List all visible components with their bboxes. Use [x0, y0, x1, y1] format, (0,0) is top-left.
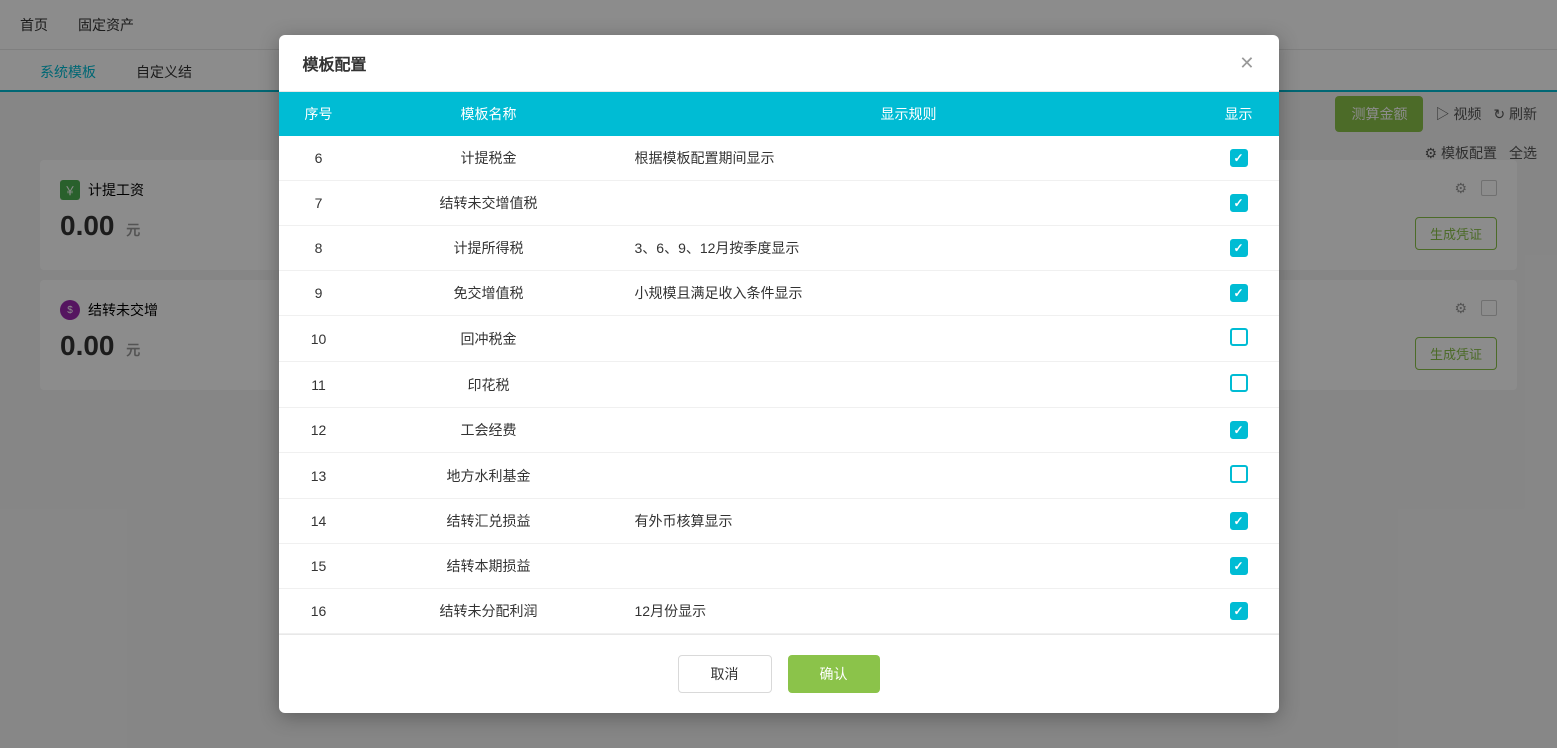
cell-index: 7: [279, 181, 359, 226]
row-checkbox-14[interactable]: [1230, 512, 1248, 530]
cell-name: 计提税金: [359, 136, 619, 181]
cell-rule: 12月份显示: [619, 589, 1199, 634]
cell-name: 结转未分配利润: [359, 589, 619, 634]
cell-index: 8: [279, 226, 359, 271]
row-checkbox-8[interactable]: [1230, 239, 1248, 257]
cell-rule: [619, 316, 1199, 362]
confirm-button[interactable]: 确认: [788, 655, 880, 693]
table-row: 9免交增值税小规模且满足收入条件显示: [279, 271, 1279, 316]
row-checkbox-7[interactable]: [1230, 194, 1248, 212]
cell-checkbox: [1199, 181, 1279, 226]
row-checkbox-10[interactable]: [1230, 328, 1248, 346]
cell-name: 计提所得税: [359, 226, 619, 271]
table-row: 12工会经费: [279, 408, 1279, 453]
table-body: 6计提税金根据模板配置期间显示7结转未交增值税8计提所得税3、6、9、12月按季…: [279, 136, 1279, 634]
row-checkbox-11[interactable]: [1230, 374, 1248, 392]
cell-index: 13: [279, 453, 359, 499]
config-table: 序号 模板名称 显示规则 显示 6计提税金根据模板配置期间显示7结转未交增值税8…: [279, 92, 1279, 634]
cell-name: 结转未交增值税: [359, 181, 619, 226]
modal-close-button[interactable]: ✕: [1239, 54, 1254, 72]
col-header-rule: 显示规则: [619, 92, 1199, 136]
row-checkbox-12[interactable]: [1230, 421, 1248, 439]
cell-index: 14: [279, 499, 359, 544]
cell-checkbox: [1199, 226, 1279, 271]
cell-name: 结转本期损益: [359, 544, 619, 589]
cell-checkbox: [1199, 499, 1279, 544]
table-row: 7结转未交增值税: [279, 181, 1279, 226]
cell-index: 6: [279, 136, 359, 181]
cell-checkbox: [1199, 316, 1279, 362]
col-header-name: 模板名称: [359, 92, 619, 136]
cell-checkbox: [1199, 589, 1279, 634]
modal-header: 模板配置 ✕: [279, 35, 1279, 92]
col-header-display: 显示: [1199, 92, 1279, 136]
table-row: 14结转汇兑损益有外币核算显示: [279, 499, 1279, 544]
row-checkbox-9[interactable]: [1230, 284, 1248, 302]
cell-name: 结转汇兑损益: [359, 499, 619, 544]
cell-rule: [619, 544, 1199, 589]
modal-body[interactable]: 序号 模板名称 显示规则 显示 6计提税金根据模板配置期间显示7结转未交增值税8…: [279, 92, 1279, 634]
cell-checkbox: [1199, 408, 1279, 453]
table-row: 15结转本期损益: [279, 544, 1279, 589]
table-row: 8计提所得税3、6、9、12月按季度显示: [279, 226, 1279, 271]
cell-rule: [619, 453, 1199, 499]
table-header-row: 序号 模板名称 显示规则 显示: [279, 92, 1279, 136]
table-row: 13地方水利基金: [279, 453, 1279, 499]
table-row: 16结转未分配利润12月份显示: [279, 589, 1279, 634]
cell-checkbox: [1199, 453, 1279, 499]
col-header-index: 序号: [279, 92, 359, 136]
modal-overlay: 模板配置 ✕ 序号 模板名称 显示规则 显示 6计提税金根据模板配置期间显示7结…: [0, 0, 1557, 748]
row-checkbox-6[interactable]: [1230, 149, 1248, 167]
modal-template-config: 模板配置 ✕ 序号 模板名称 显示规则 显示 6计提税金根据模板配置期间显示7结…: [279, 35, 1279, 713]
cell-name: 工会经费: [359, 408, 619, 453]
cell-rule: [619, 408, 1199, 453]
cell-checkbox: [1199, 136, 1279, 181]
cell-name: 免交增值税: [359, 271, 619, 316]
cell-index: 16: [279, 589, 359, 634]
cell-index: 12: [279, 408, 359, 453]
cell-index: 15: [279, 544, 359, 589]
cell-name: 印花税: [359, 362, 619, 408]
cell-index: 11: [279, 362, 359, 408]
cell-name: 地方水利基金: [359, 453, 619, 499]
row-checkbox-16[interactable]: [1230, 602, 1248, 620]
cell-rule: 根据模板配置期间显示: [619, 136, 1199, 181]
cell-index: 10: [279, 316, 359, 362]
row-checkbox-15[interactable]: [1230, 557, 1248, 575]
cell-checkbox: [1199, 362, 1279, 408]
cell-rule: [619, 181, 1199, 226]
table-row: 11印花税: [279, 362, 1279, 408]
cell-rule: 3、6、9、12月按季度显示: [619, 226, 1199, 271]
cell-rule: 小规模且满足收入条件显示: [619, 271, 1199, 316]
cell-checkbox: [1199, 544, 1279, 589]
modal-title: 模板配置: [303, 51, 367, 75]
cell-name: 回冲税金: [359, 316, 619, 362]
cell-checkbox: [1199, 271, 1279, 316]
table-row: 10回冲税金: [279, 316, 1279, 362]
cancel-button[interactable]: 取消: [678, 655, 772, 693]
table-row: 6计提税金根据模板配置期间显示: [279, 136, 1279, 181]
cell-rule: [619, 362, 1199, 408]
cell-index: 9: [279, 271, 359, 316]
modal-footer: 取消 确认: [279, 634, 1279, 713]
row-checkbox-13[interactable]: [1230, 465, 1248, 483]
cell-rule: 有外币核算显示: [619, 499, 1199, 544]
